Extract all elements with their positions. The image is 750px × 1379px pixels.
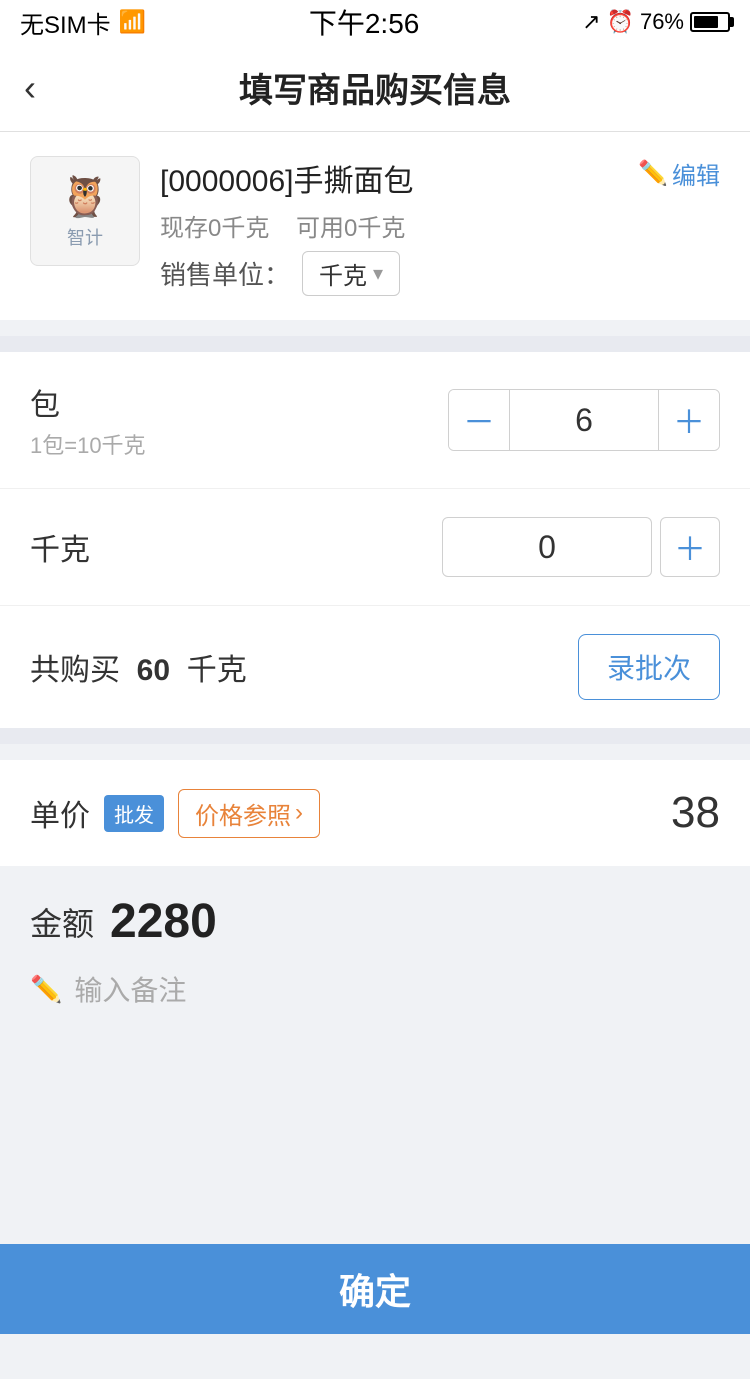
amount-row: 金额 2280 — [30, 894, 720, 949]
remark-placeholder: 输入备注 — [74, 969, 186, 1009]
pencil-icon: ✏️ — [30, 974, 62, 1005]
location-icon: ↗ — [582, 9, 600, 35]
price-ref-chevron-icon: › — [295, 799, 303, 827]
package-quantity[interactable]: 6 — [509, 390, 659, 450]
package-label-text: 包 — [30, 380, 146, 424]
amount-label: 金额 — [30, 899, 94, 945]
edit-label: 编辑 — [672, 156, 720, 191]
kilogram-label: 千克 — [30, 525, 90, 569]
kilogram-plus-button[interactable]: ＋ — [660, 517, 720, 577]
total-text: 共购买 60 千克 — [30, 645, 247, 689]
price-label: 单价 — [30, 791, 90, 835]
edit-button[interactable]: ✏️ 编辑 — [638, 156, 720, 191]
kilogram-input-right: 0 ＋ — [442, 517, 720, 577]
unit-value: 千克 — [319, 256, 367, 291]
separator-2 — [0, 728, 750, 744]
page-title: 填写商品购买信息 — [239, 63, 511, 112]
amount-value: 2280 — [110, 894, 217, 949]
confirm-bar[interactable]: 确定 — [0, 1244, 750, 1334]
total-amount: 60 — [137, 654, 170, 687]
battery-percent: 76% — [640, 9, 684, 35]
package-section: 包 1包=10千克 － 6 ＋ 千克 0 ＋ 共购买 60 千克 录批次 — [0, 352, 750, 728]
total-row: 共购买 60 千克 录批次 — [0, 606, 750, 728]
nav-bar: ‹ 填写商品购买信息 — [0, 44, 750, 132]
package-plus-button[interactable]: ＋ — [659, 390, 719, 450]
product-unit-row: 销售单位： 千克 ▾ — [160, 251, 720, 296]
separator-1 — [0, 336, 750, 352]
total-prefix: 共购买 — [30, 654, 120, 687]
status-right: ↗ ⏰ 76% — [582, 9, 730, 35]
product-card: 🦉 智计 [0000006]手撕面包 ✏️ 编辑 现存0千克 可用0千克 销售单… — [0, 132, 750, 320]
carrier-text: 无SIM卡 — [20, 5, 111, 40]
package-row: 包 1包=10千克 － 6 ＋ — [0, 352, 750, 489]
price-ref-button[interactable]: 价格参照 › — [178, 789, 320, 838]
package-stepper: － 6 ＋ — [448, 389, 720, 451]
product-info: [0000006]手撕面包 ✏️ 编辑 现存0千克 可用0千克 销售单位： 千克… — [160, 156, 720, 296]
price-left: 单价 批发 价格参照 › — [30, 789, 320, 838]
price-row: 单价 批发 价格参照 › 38 — [30, 788, 720, 838]
status-time: 下午2:56 — [309, 2, 420, 42]
owl-icon: 🦉 — [60, 173, 110, 220]
wifi-icon: 📶 — [119, 9, 146, 35]
batch-record-button[interactable]: 录批次 — [578, 634, 720, 700]
thumb-label: 智计 — [67, 224, 103, 250]
unit-chevron-icon: ▾ — [373, 261, 383, 286]
status-bar: 无SIM卡 📶 下午2:56 ↗ ⏰ 76% — [0, 0, 750, 44]
kilogram-value[interactable]: 0 — [442, 517, 652, 577]
remark-row[interactable]: ✏️ 输入备注 — [30, 969, 720, 1009]
status-carrier: 无SIM卡 📶 — [20, 5, 146, 40]
package-label: 包 1包=10千克 — [30, 380, 146, 460]
product-name: [0000006]手撕面包 — [160, 156, 413, 200]
stock-text: 现存0千克 — [160, 215, 269, 242]
amount-section: 金额 2280 ✏️ 输入备注 — [0, 866, 750, 1029]
edit-icon: ✏️ — [638, 159, 668, 188]
price-section: 单价 批发 价格参照 › 38 — [0, 760, 750, 866]
price-value[interactable]: 38 — [671, 788, 720, 838]
total-unit: 千克 — [187, 654, 247, 687]
product-header-row: [0000006]手撕面包 ✏️ 编辑 — [160, 156, 720, 208]
package-sublabel: 1包=10千克 — [30, 428, 146, 460]
battery-icon — [690, 12, 730, 32]
product-stock: 现存0千克 可用0千克 — [160, 208, 720, 243]
kilogram-label-text: 千克 — [30, 525, 90, 569]
confirm-text: 确定 — [339, 1263, 411, 1315]
alarm-icon: ⏰ — [607, 9, 634, 35]
unit-label: 销售单位： — [160, 255, 290, 292]
package-minus-button[interactable]: － — [449, 390, 509, 450]
available-text: 可用0千克 — [296, 215, 405, 242]
product-thumbnail: 🦉 智计 — [30, 156, 140, 266]
back-button[interactable]: ‹ — [24, 67, 36, 109]
unit-select[interactable]: 千克 ▾ — [302, 251, 400, 296]
price-ref-label: 价格参照 — [195, 796, 291, 831]
batch-tag: 批发 — [104, 795, 164, 832]
battery-fill — [694, 16, 718, 28]
kilogram-row: 千克 0 ＋ — [0, 489, 750, 606]
